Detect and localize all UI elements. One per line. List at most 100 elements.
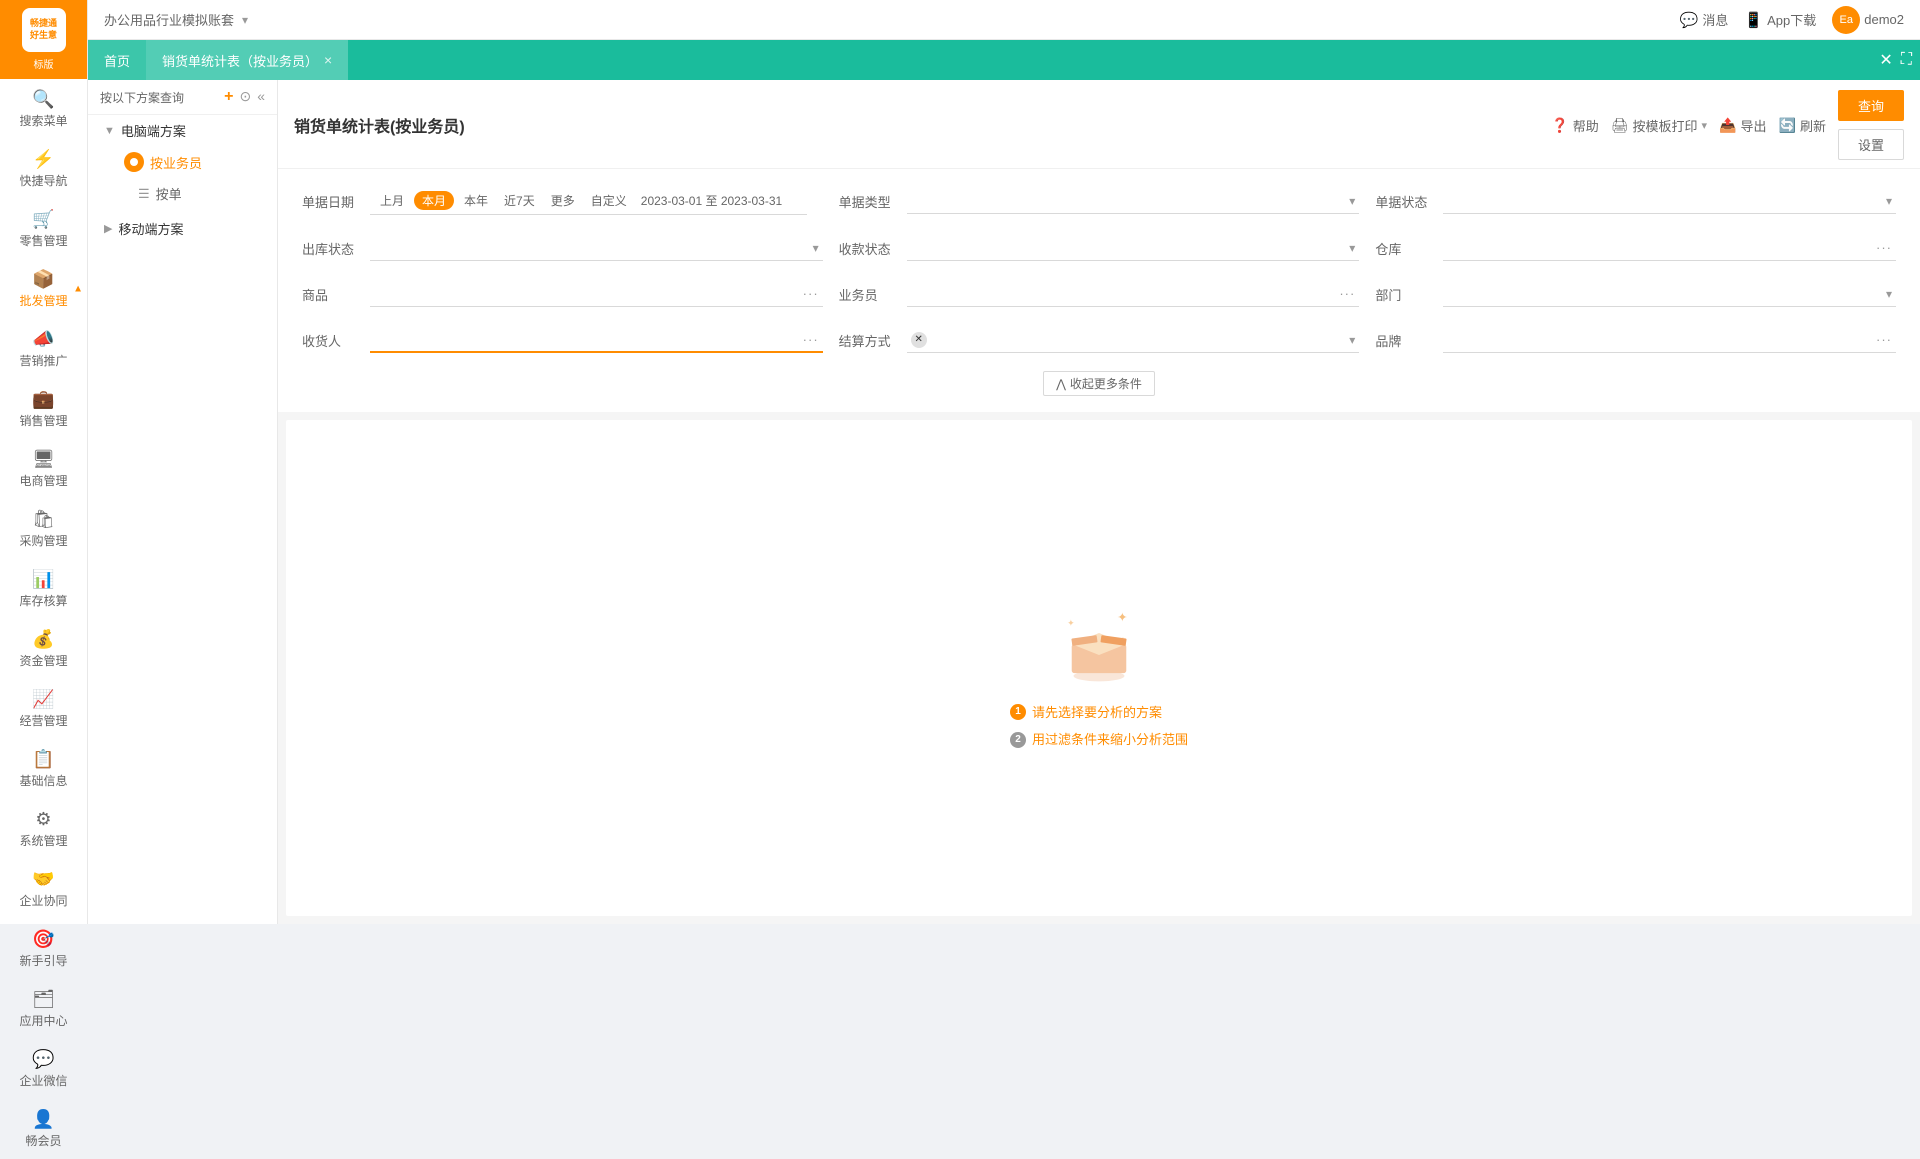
empty-tip1: 请先选择要分析的方案 xyxy=(1032,701,1162,724)
order-icon: ☰ xyxy=(138,186,150,202)
brand-dots-icon: ··· xyxy=(1876,332,1892,347)
trending-icon: 📈 xyxy=(32,689,54,710)
dept-input[interactable]: ▾ xyxy=(1443,281,1896,307)
filter-row-3: 商品 ··· 业务员 ··· 部门 xyxy=(294,275,1904,313)
settlement-label: 结算方式 xyxy=(839,331,907,350)
tab-home[interactable]: 首页 xyxy=(88,40,146,80)
salesperson-dots-icon: ··· xyxy=(1339,286,1355,301)
sidebar-item-wechat[interactable]: 💬 企业微信 xyxy=(0,1039,87,1099)
salesperson-label: 业务员 xyxy=(839,285,907,304)
logo-subtitle: 标版 xyxy=(34,56,54,71)
sidebar-item-newbie[interactable]: 🎯 新手引导 xyxy=(0,919,87,979)
brand-input[interactable]: ··· xyxy=(1443,327,1896,353)
svg-text:✦: ✦ xyxy=(1067,618,1075,628)
sidebar-item-ecommerce[interactable]: 🖥 电商管理 xyxy=(0,439,87,499)
box-icon: 📦 xyxy=(32,269,54,290)
date-tab-last-month[interactable]: 上月 xyxy=(374,191,410,210)
date-field[interactable]: 上月 本月 本年 近7天 更多 自定义 2023-03-01 至 2023-03… xyxy=(370,187,807,215)
doc-type-input[interactable]: ▾ xyxy=(907,188,1360,214)
filter-row-1: 单据日期 上月 本月 本年 近7天 更多 自定义 2023-03-01 至 20… xyxy=(294,181,1904,221)
tabbar: 首页 销货单统计表（按业务员） × ✕ ⛶ xyxy=(88,40,1920,80)
out-status-input[interactable]: ▾ xyxy=(370,235,823,261)
payment-status-input[interactable]: ▾ xyxy=(907,235,1360,261)
pc-scheme-label: 电脑端方案 xyxy=(121,121,186,140)
tree-item-by-order[interactable]: ☰ 按单 xyxy=(88,178,277,209)
sidebar-item-marketing[interactable]: 📣 营销推广 xyxy=(0,319,87,379)
query-button[interactable]: 查询 xyxy=(1838,90,1904,121)
filter-cell-brand: 品牌 ··· xyxy=(1367,321,1904,359)
mobile-scheme-group[interactable]: ▶ 移动端方案 xyxy=(88,213,277,244)
sidebar-item-enterprise[interactable]: 🤝 企业协同 xyxy=(0,859,87,919)
filter-cell-settlement: 结算方式 ✕ ▾ xyxy=(831,321,1368,359)
export-button[interactable]: 📤 导出 xyxy=(1719,116,1766,135)
sidebar-item-operation[interactable]: 📈 经营管理 xyxy=(0,679,87,739)
tree-item-by-salesperson[interactable]: 按业务员 xyxy=(88,146,277,178)
sidebar-item-wholesale[interactable]: 📦 批发管理 ▲ xyxy=(0,259,87,319)
app-logo: 畅捷通好生意 标版 xyxy=(0,0,87,79)
doc-status-input[interactable]: ▾ xyxy=(1443,188,1896,214)
date-tab-custom[interactable]: 自定义 xyxy=(585,191,633,210)
pc-scheme-group[interactable]: ▼ 电脑端方案 xyxy=(88,115,277,146)
left-panel-header: 按以下方案查询 + ⊙ « xyxy=(88,80,277,115)
main-area: 办公用品行业模拟账套 ▾ 💬 消息 📱 App下载 Ea demo2 首页 xyxy=(88,0,1920,924)
date-tab-last-7days[interactable]: 近7天 xyxy=(498,191,541,210)
receiver-input[interactable]: ··· xyxy=(370,327,823,353)
message-button[interactable]: 💬 消息 xyxy=(1680,10,1729,29)
tab-expand-icon[interactable]: ⛶ xyxy=(1901,51,1912,69)
lightning-icon: ⚡ xyxy=(32,149,54,170)
warehouse-input[interactable]: ··· xyxy=(1443,235,1896,261)
user-avatar-button[interactable]: Ea demo2 xyxy=(1832,6,1904,34)
date-range-value: 2023-03-01 至 2023-03-31 xyxy=(641,192,782,209)
tab-close-icon[interactable]: × xyxy=(324,52,332,68)
out-status-dropdown-icon: ▾ xyxy=(813,241,819,255)
sidebar-item-inventory[interactable]: 📊 库存核算 xyxy=(0,559,87,619)
download-icon: 📱 xyxy=(1744,11,1763,29)
settlement-input[interactable]: ✕ ▾ xyxy=(907,327,1360,353)
warehouse-dots-icon: ··· xyxy=(1876,240,1892,255)
sidebar-item-purchase[interactable]: 🛍 采购管理 xyxy=(0,499,87,559)
message-label: 消息 xyxy=(1702,10,1728,29)
collapse-panel-button[interactable]: « xyxy=(257,88,265,106)
goods-dots-icon: ··· xyxy=(803,286,819,301)
sidebar-item-sales[interactable]: 💼 销售管理 xyxy=(0,379,87,439)
sidebar-item-system[interactable]: ⚙ 系统管理 xyxy=(0,799,87,859)
username-label: demo2 xyxy=(1864,12,1904,27)
sidebar-item-search[interactable]: 🔍 搜索菜单 xyxy=(0,79,87,139)
sidebar-item-basic[interactable]: 📋 基础信息 xyxy=(0,739,87,799)
gear-icon: ⚙ xyxy=(35,809,51,830)
tab-minimize-icon[interactable]: ✕ xyxy=(1879,50,1892,70)
sidebar-item-finance[interactable]: 💰 资金管理 xyxy=(0,619,87,679)
date-tab-more[interactable]: 更多 xyxy=(545,191,581,210)
app-download-button[interactable]: 📱 App下载 xyxy=(1744,10,1816,29)
date-tab-this-month[interactable]: 本月 xyxy=(414,191,454,210)
add-scheme-button[interactable]: + xyxy=(224,88,233,106)
settlement-dropdown-icon: ▾ xyxy=(1349,333,1355,347)
goods-input[interactable]: ··· xyxy=(370,281,823,307)
right-panel: 销货单统计表(按业务员) ❓ 帮助 🖨 按模板打印 ▾ 📤 导出 xyxy=(278,80,1920,924)
active-scheme-icon xyxy=(129,157,139,167)
search-icon: 🔍 xyxy=(32,89,54,110)
tab-sales-stats[interactable]: 销货单统计表（按业务员） × xyxy=(146,40,348,80)
collapse-row: ⋀ 收起更多条件 xyxy=(294,367,1904,400)
sidebar-item-quick-nav[interactable]: ⚡ 快捷导航 xyxy=(0,139,87,199)
target-icon: 🎯 xyxy=(32,929,54,950)
refresh-button[interactable]: 🔄 刷新 xyxy=(1779,116,1826,135)
settings-button[interactable]: 设置 xyxy=(1838,129,1904,160)
template-print-button[interactable]: 🖨 按模板打印 ▾ xyxy=(1611,116,1707,135)
date-tab-this-year[interactable]: 本年 xyxy=(458,191,494,210)
by-salesperson-label: 按业务员 xyxy=(150,153,202,172)
filter-cell-date: 单据日期 上月 本月 本年 近7天 更多 自定义 2023-03-01 至 20… xyxy=(294,181,831,221)
topbar: 办公用品行业模拟账套 ▾ 💬 消息 📱 App下载 Ea demo2 xyxy=(88,0,1920,40)
sidebar-item-member[interactable]: 👤 畅会员 xyxy=(0,1099,87,1159)
app-download-label: App下载 xyxy=(1767,10,1816,29)
sidebar-item-appstore[interactable]: 🗂 应用中心 xyxy=(0,979,87,1039)
collapse-button[interactable]: ⋀ 收起更多条件 xyxy=(1043,371,1155,396)
filter-cell-doc-status: 单据状态 ▾ xyxy=(1367,181,1904,221)
dropdown-chevron-icon[interactable]: ▾ xyxy=(242,13,248,27)
salesperson-input[interactable]: ··· xyxy=(907,281,1360,307)
copy-scheme-button[interactable]: ⊙ xyxy=(239,88,251,106)
sidebar-item-retail[interactable]: 🛒 零售管理 xyxy=(0,199,87,259)
mobile-scheme-label: 移动端方案 xyxy=(118,219,183,238)
help-button[interactable]: ❓ 帮助 xyxy=(1551,116,1598,135)
settlement-clear-icon[interactable]: ✕ xyxy=(911,332,927,348)
